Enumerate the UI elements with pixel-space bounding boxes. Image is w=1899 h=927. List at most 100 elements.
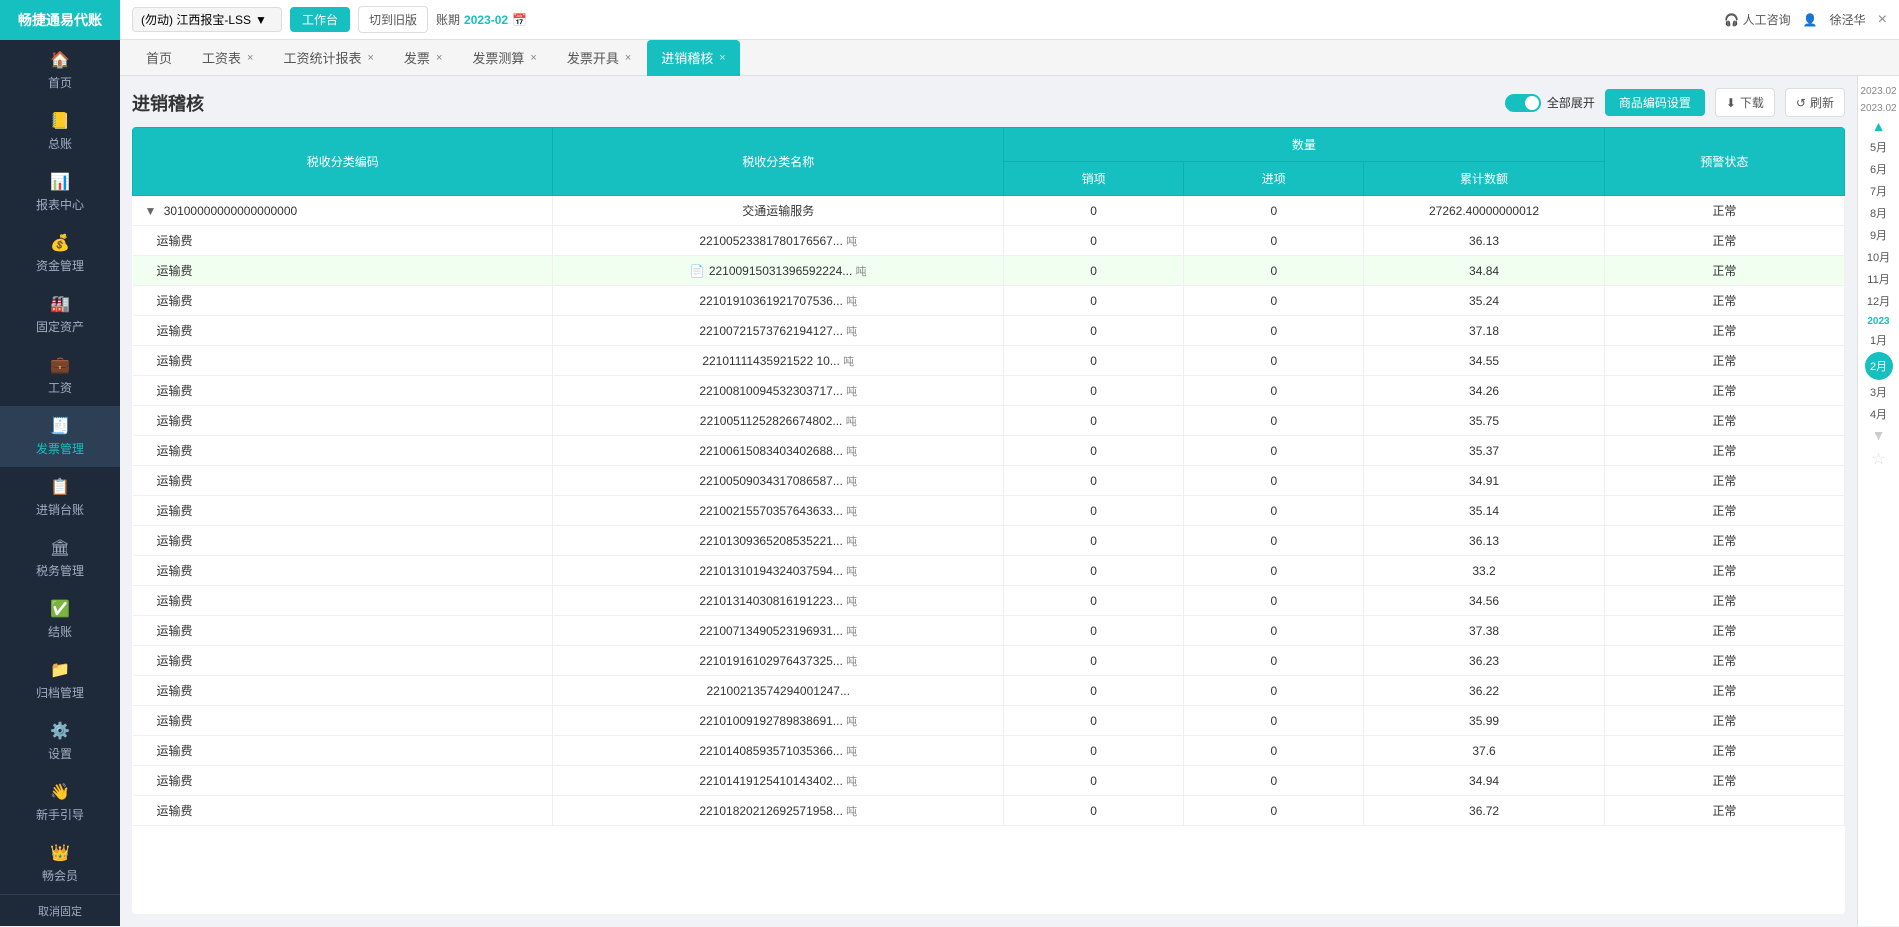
- sidebar: 畅捷通易代账 🏠 首页 📒 总账 📊 报表中心 💰 资金管理 🏭 固定资产 💼 …: [0, 0, 120, 926]
- page-content: 进销稽核 全部展开 商品编码设置 ⬇ 下载 ↺ 刷新: [120, 76, 1857, 926]
- table-row[interactable]: 运输费 22100511252826674802... 吨 0 0 35.75 …: [133, 406, 1845, 436]
- table-row[interactable]: 运输费 22101310194324037594... 吨 0 0 33.2 正…: [133, 556, 1845, 586]
- sidebar-item-invoice-mgmt[interactable]: 🧾 发票管理: [0, 406, 120, 467]
- table-row[interactable]: 运输费 22101419125410143402... 吨 0 0 34.94 …: [133, 766, 1845, 796]
- table-row[interactable]: 运输费 22101408593571035366... 吨 0 0 37.6 正…: [133, 736, 1845, 766]
- timeline-month-3[interactable]: 3月: [1861, 381, 1897, 403]
- timeline-month-8[interactable]: 8月: [1861, 202, 1897, 224]
- tab-invoice-calc-close[interactable]: ×: [530, 52, 536, 64]
- table-row[interactable]: 运输费 22100509034317086587... 吨 0 0 34.91 …: [133, 466, 1845, 496]
- tab-invoice[interactable]: 发票 ×: [390, 40, 456, 76]
- sidebar-item-funds[interactable]: 💰 资金管理: [0, 223, 120, 284]
- row-name: 运输费: [133, 586, 553, 616]
- timeline-month-9[interactable]: 9月: [1861, 224, 1897, 246]
- unpin-sidebar[interactable]: 取消固定: [0, 894, 120, 927]
- expand-all-toggle[interactable]: 全部展开: [1505, 94, 1595, 112]
- table-row[interactable]: 运输费 22101820212692571958... 吨 0 0 36.72 …: [133, 796, 1845, 826]
- row-status: 正常: [1604, 616, 1844, 646]
- timeline-panel: 2023.02 2023.02 ▲ 5月 6月 7月 8月 9月 10月 11月…: [1857, 76, 1899, 926]
- sidebar-item-archive[interactable]: 📁 归档管理: [0, 650, 120, 711]
- timeline-month-4[interactable]: 4月: [1861, 403, 1897, 425]
- timeline-month-7[interactable]: 7月: [1861, 180, 1897, 202]
- table-row[interactable]: 运输费 22100213574294001247... 0 0 36.22 正常: [133, 676, 1845, 706]
- sidebar-item-assets[interactable]: 🏭 固定资产: [0, 284, 120, 345]
- sidebar-item-guide[interactable]: 👋 新手引导: [0, 772, 120, 833]
- timeline-month-1[interactable]: 1月: [1861, 329, 1897, 351]
- tab-home[interactable]: 首页: [132, 40, 186, 76]
- favorite-icon[interactable]: ☆: [1871, 449, 1885, 469]
- timeline-month-10[interactable]: 10月: [1861, 246, 1897, 268]
- timeline-month-11[interactable]: 11月: [1861, 268, 1897, 290]
- product-code-settings-button[interactable]: 商品编码设置: [1605, 89, 1705, 116]
- close-icon[interactable]: ×: [1878, 11, 1887, 29]
- row-name: 运输费: [133, 436, 553, 466]
- main-area: (勿动) 江西报宝-LSS ▼ 工作台 切到旧版 账期 2023-02 📅 🎧 …: [120, 0, 1899, 926]
- sidebar-item-purchase-ledger[interactable]: 📋 进销台账: [0, 467, 120, 528]
- table-row[interactable]: 运输费 22100615083403402688... 吨 0 0 35.37 …: [133, 436, 1845, 466]
- tab-invoice-close[interactable]: ×: [436, 52, 442, 64]
- table-row[interactable]: 运输费 22100810094532303717... 吨 0 0 34.26 …: [133, 376, 1845, 406]
- sidebar-item-settle[interactable]: ✅ 结账: [0, 589, 120, 650]
- row-sales: 0: [1004, 466, 1184, 496]
- tab-sales-verify-close[interactable]: ×: [719, 52, 725, 64]
- table-row[interactable]: 运输费 22101910361921707536... 吨 0 0 35.24 …: [133, 286, 1845, 316]
- table-row[interactable]: 运输费 📄22100915031396592224... 吨 0 0 34.84…: [133, 256, 1845, 286]
- timeline-scroll-down[interactable]: ▼: [1872, 427, 1886, 443]
- timeline-scroll-up[interactable]: ▲: [1872, 118, 1886, 134]
- tab-sales-verify[interactable]: 进销稽核 ×: [647, 40, 739, 76]
- table-row[interactable]: 运输费 22101111435921522 10... 吨 0 0 34.55 …: [133, 346, 1845, 376]
- row-cumulative: 36.13: [1364, 526, 1604, 556]
- workspace-button[interactable]: 工作台: [290, 7, 350, 32]
- row-code-num: 22101310194324037594... 吨: [553, 556, 1004, 586]
- sidebar-item-settings[interactable]: ⚙️ 设置: [0, 711, 120, 772]
- timeline-month-5[interactable]: 5月: [1861, 136, 1897, 158]
- row-sales: 0: [1004, 496, 1184, 526]
- table-row[interactable]: ▼ 30100000000000000000 交通运输服务 0 0 27262.…: [133, 196, 1845, 226]
- refresh-button[interactable]: ↺ 刷新: [1785, 88, 1845, 117]
- col-warning-status: 预警状态: [1604, 128, 1844, 196]
- expand-arrow[interactable]: ▼: [145, 204, 157, 218]
- row-code-num: 22100721573762194127... 吨: [553, 316, 1004, 346]
- sidebar-item-tax[interactable]: 🏛 税务管理: [0, 528, 120, 589]
- row-sales: 0: [1004, 736, 1184, 766]
- sidebar-item-member[interactable]: 👑 畅会员: [0, 833, 120, 894]
- timeline-month-6[interactable]: 6月: [1861, 158, 1897, 180]
- row-purchase: 0: [1184, 286, 1364, 316]
- calendar-icon[interactable]: 📅: [512, 13, 527, 27]
- table-row[interactable]: 运输费 22101314030816191223... 吨 0 0 34.56 …: [133, 586, 1845, 616]
- sidebar-item-home[interactable]: 🏠 首页: [0, 40, 120, 101]
- download-button[interactable]: ⬇ 下载: [1715, 88, 1775, 117]
- table-row[interactable]: 运输费 22100215570357643633... 吨 0 0 35.14 …: [133, 496, 1845, 526]
- tab-payroll-close[interactable]: ×: [247, 52, 253, 64]
- support-label[interactable]: 🎧 人工咨询: [1724, 11, 1790, 28]
- data-table-container: 税收分类编码 税收分类名称 数量 预警状态 销项 进项 累计数额: [132, 127, 1845, 914]
- row-status: 正常: [1604, 556, 1844, 586]
- row-name: 运输费: [133, 496, 553, 526]
- table-row[interactable]: 运输费 22100721573762194127... 吨 0 0 37.18 …: [133, 316, 1845, 346]
- tab-payroll-stats[interactable]: 工资统计报表 ×: [269, 40, 387, 76]
- tab-invoice-open[interactable]: 发票开具 ×: [553, 40, 645, 76]
- row-status: 正常: [1604, 406, 1844, 436]
- row-sales: 0: [1004, 256, 1184, 286]
- table-row[interactable]: 运输费 22100523381780176567... 吨 0 0 36.13 …: [133, 226, 1845, 256]
- table-row[interactable]: 运输费 22101009192789838691... 吨 0 0 35.99 …: [133, 706, 1845, 736]
- table-row[interactable]: 运输费 22101309365208535221... 吨 0 0 36.13 …: [133, 526, 1845, 556]
- tab-invoice-calc[interactable]: 发票测算 ×: [458, 40, 550, 76]
- sidebar-item-payroll[interactable]: 💼 工资: [0, 345, 120, 406]
- tab-payroll-stats-close[interactable]: ×: [367, 52, 373, 64]
- toggle-switch[interactable]: [1505, 94, 1541, 112]
- timeline-month-2-active[interactable]: 2月: [1865, 352, 1893, 380]
- row-purchase: 0: [1184, 196, 1364, 226]
- sidebar-item-reports[interactable]: 📊 报表中心: [0, 162, 120, 223]
- row-cumulative: 35.99: [1364, 706, 1604, 736]
- company-selector[interactable]: (勿动) 江西报宝-LSS ▼: [132, 7, 282, 32]
- tab-invoice-open-close[interactable]: ×: [625, 52, 631, 64]
- table-row[interactable]: 运输费 22101916102976437325... 吨 0 0 36.23 …: [133, 646, 1845, 676]
- row-name: 运输费: [133, 556, 553, 586]
- tab-payroll[interactable]: 工资表 ×: [188, 40, 267, 76]
- sidebar-item-ledger[interactable]: 📒 总账: [0, 101, 120, 162]
- table-row[interactable]: 运输费 22100713490523196931... 吨 0 0 37.38 …: [133, 616, 1845, 646]
- switch-version-button[interactable]: 切到旧版: [358, 6, 428, 33]
- row-code-num: 22101419125410143402... 吨: [553, 766, 1004, 796]
- timeline-month-12[interactable]: 12月: [1861, 290, 1897, 312]
